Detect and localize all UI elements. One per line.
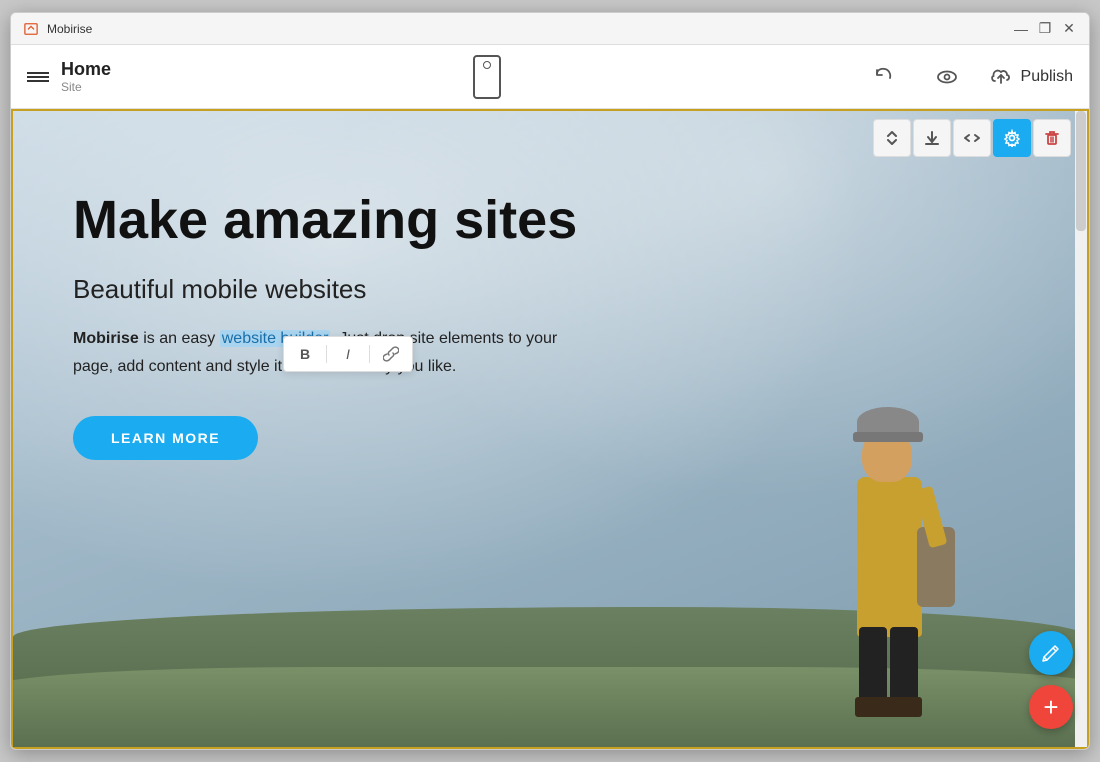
download-icon (923, 129, 941, 147)
preview-button[interactable] (925, 59, 969, 95)
link-button[interactable] (378, 341, 404, 367)
pencil-icon (1041, 643, 1061, 663)
minimize-button[interactable]: — (1013, 21, 1029, 37)
learn-more-button[interactable]: LEARN MORE (73, 416, 258, 460)
mobile-icon (473, 55, 501, 99)
code-icon (963, 129, 981, 147)
canvas-wrapper: Make amazing sites Beautiful mobile webs… (11, 109, 1089, 749)
block-download-button[interactable] (913, 119, 951, 157)
maximize-button[interactable]: ❐ (1037, 21, 1053, 37)
window-controls: — ❐ ✕ (1013, 21, 1077, 37)
hamburger-menu[interactable] (27, 72, 49, 82)
arrows-updown-icon (883, 129, 901, 147)
mobile-preview-button[interactable] (463, 49, 511, 105)
site-info: Home Site (61, 59, 111, 94)
hamburger-line-3 (27, 80, 49, 82)
body-text-1: is an easy (139, 330, 220, 347)
plus-icon: + (1043, 694, 1058, 720)
hero-section: Make amazing sites Beautiful mobile webs… (13, 111, 1087, 747)
block-toolbar (873, 119, 1071, 157)
close-button[interactable]: ✕ (1061, 21, 1077, 37)
publish-button[interactable]: Publish (989, 65, 1073, 89)
toolbar-right: Publish (863, 59, 1073, 95)
scrollbar-thumb[interactable] (1076, 111, 1086, 231)
cloud-upload-icon (989, 65, 1013, 89)
format-divider-1 (326, 345, 327, 363)
block-delete-button[interactable] (1033, 119, 1071, 157)
hero-content: Make amazing sites Beautiful mobile webs… (73, 191, 577, 460)
undo-icon (873, 66, 895, 88)
trash-icon (1043, 129, 1061, 147)
block-code-button[interactable] (953, 119, 991, 157)
link-icon (383, 346, 399, 362)
site-label: Site (61, 80, 111, 94)
format-divider-2 (369, 345, 370, 363)
fab-pencil-button[interactable] (1029, 631, 1073, 675)
title-bar-left: Mobirise (23, 21, 92, 37)
text-format-toolbar: B I (283, 336, 413, 372)
hero-subtitle[interactable]: Beautiful mobile websites (73, 274, 577, 305)
gear-icon (1003, 129, 1021, 147)
hamburger-line-2 (27, 76, 49, 78)
scrollbar[interactable] (1075, 111, 1087, 747)
block-move-button[interactable] (873, 119, 911, 157)
eye-icon (935, 65, 959, 89)
site-name: Home (61, 59, 111, 80)
app-window: Mobirise — ❐ ✕ Home Site (10, 12, 1090, 750)
italic-button[interactable]: I (335, 341, 361, 367)
publish-label: Publish (1021, 68, 1073, 86)
toolbar-center (463, 49, 511, 105)
hero-person (807, 377, 967, 717)
toolbar-left-group: Home Site (27, 59, 111, 94)
undo-button[interactable] (863, 60, 905, 94)
block-settings-button[interactable] (993, 119, 1031, 157)
hero-title[interactable]: Make amazing sites (73, 191, 577, 250)
app-title: Mobirise (47, 22, 92, 36)
bold-button[interactable]: B (292, 341, 318, 367)
title-bar: Mobirise — ❐ ✕ (11, 13, 1089, 45)
brand-name: Mobirise (73, 330, 139, 347)
main-toolbar: Home Site (11, 45, 1089, 109)
app-icon (23, 21, 39, 37)
hamburger-line-1 (27, 72, 49, 74)
fab-plus-button[interactable]: + (1029, 685, 1073, 729)
